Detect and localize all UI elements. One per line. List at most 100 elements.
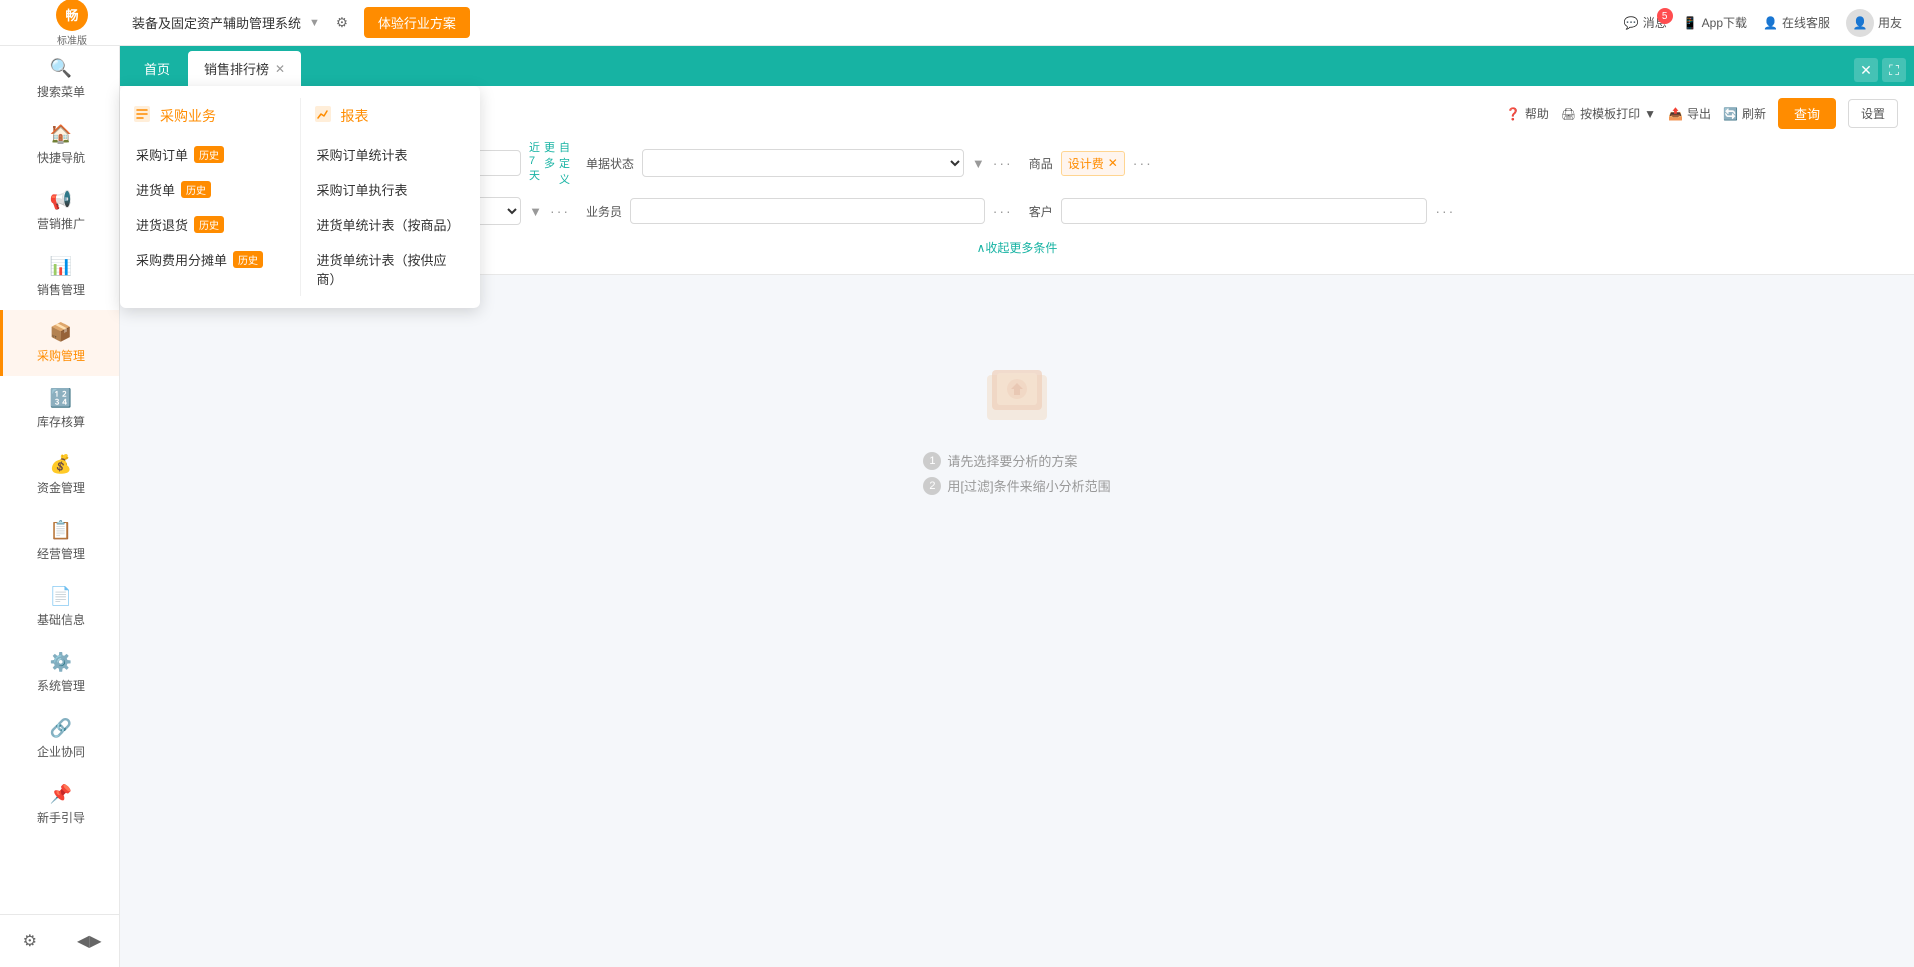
export-button[interactable]: 📤 导出 xyxy=(1668,105,1711,122)
refresh-button[interactable]: 🔄 刷新 xyxy=(1723,105,1766,122)
tab-expand-button[interactable]: ⛶ xyxy=(1882,58,1906,82)
hint-num-1: 1 xyxy=(923,452,941,470)
sidebar-item-quick-nav[interactable]: 🏠 快捷导航 xyxy=(0,112,119,178)
tabs-right: ✕ ⛶ xyxy=(1854,58,1906,86)
history-badge-2: 历史 xyxy=(194,216,224,233)
operations-icon: 📋 xyxy=(50,520,72,541)
sidebar-settings-button[interactable]: ⚙ xyxy=(12,923,48,959)
dropdown-item-incoming[interactable]: 进货单 历史 xyxy=(132,172,288,207)
order-status-select[interactable] xyxy=(642,149,964,177)
settings-icon-button[interactable]: ⚙ xyxy=(328,9,356,37)
sidebar-item-inventory[interactable]: 🔢 库存核算 xyxy=(0,376,119,442)
purchase-dropdown-menu: 采购业务 采购订单 历史 进货单 历史 进货退货 历史 采购费用分摊单 历史 xyxy=(120,86,480,308)
home-icon: 🏠 xyxy=(50,124,72,145)
tab-close-icon[interactable]: ✕ xyxy=(275,62,285,76)
sidebar-item-system[interactable]: ⚙️ 系统管理 xyxy=(0,640,119,706)
filter-row-goods: 商品 设计费 ✕ ··· xyxy=(1029,139,1456,187)
dropdown-item-report-0[interactable]: 采购订单统计表 xyxy=(313,137,469,172)
dropdown-item-report-2[interactable]: 进货单统计表（按商品） xyxy=(313,207,469,242)
industry-button[interactable]: 体验行业方案 xyxy=(364,7,470,38)
tab-sales-rank[interactable]: 销售排行榜 ✕ xyxy=(188,51,301,86)
print-button[interactable]: 🖨 按模板打印 ▼ xyxy=(1561,105,1656,122)
dropdown-item-report-3[interactable]: 进货单统计表（按供应商） xyxy=(313,242,469,296)
message-button[interactable]: 💬 消息 5 xyxy=(1624,14,1667,31)
sidebar-item-label: 营销推广 xyxy=(37,215,85,232)
quick-date-7days[interactable]: 近7天 xyxy=(529,139,540,187)
customer-more[interactable]: ··· xyxy=(1435,203,1455,219)
rank-dropdown[interactable]: ▼ xyxy=(529,204,542,219)
system-icon: ⚙️ xyxy=(50,652,72,673)
sidebar-item-marketing[interactable]: 📢 营销推广 xyxy=(0,178,119,244)
app-download-icon: 📱 xyxy=(1683,16,1698,30)
hint-item-2: 2 用[过滤]条件来缩小分析范围 xyxy=(923,476,1110,495)
tab-close-all-button[interactable]: ✕ xyxy=(1854,58,1878,82)
logo-icon: 畅 xyxy=(56,0,88,31)
sidebar-item-finance[interactable]: 💰 资金管理 xyxy=(0,442,119,508)
tab-home[interactable]: 首页 xyxy=(128,51,186,86)
dropdown-item-purchase-order[interactable]: 采购订单 历史 xyxy=(132,137,288,172)
hint-num-2: 2 xyxy=(923,477,941,495)
quick-date-more[interactable]: 更多 xyxy=(544,139,555,187)
dropdown-item-report-1[interactable]: 采购订单执行表 xyxy=(313,172,469,207)
sidebar-item-label: 经营管理 xyxy=(37,545,85,562)
search-icon: 🔍 xyxy=(50,58,72,79)
sidebar-bottom: ⚙ ◀▶ xyxy=(0,914,119,967)
goods-label: 商品 xyxy=(1029,155,1053,172)
help-button[interactable]: ❓ 帮助 xyxy=(1506,105,1549,122)
sidebar-item-label: 基础信息 xyxy=(37,611,85,628)
dropdown-purchase-header: 采购业务 xyxy=(132,98,288,137)
customer-label: 客户 xyxy=(1029,203,1053,220)
filter-row-salesman: 业务员 ··· xyxy=(586,197,1013,225)
hint-item-1: 1 请先选择要分析的方案 xyxy=(923,451,1110,470)
salesman-input[interactable] xyxy=(630,198,985,224)
online-service-icon: 👤 xyxy=(1763,16,1778,30)
top-header: 畅 标准版 装备及固定资产辅助管理系统 ▼ ⚙ 体验行业方案 💬 消息 5 📱 … xyxy=(0,0,1914,46)
sidebar-item-label: 企业协同 xyxy=(37,743,85,760)
dropdown-item-expense[interactable]: 采购费用分摊单 历史 xyxy=(132,242,288,277)
marketing-icon: 📢 xyxy=(50,190,72,211)
message-badge: 5 xyxy=(1657,8,1673,24)
sidebar: 🔍 搜索菜单 🏠 快捷导航 📢 营销推广 📊 销售管理 📦 采购管理 🔢 库存核… xyxy=(0,46,120,967)
order-status-dropdown[interactable]: ▼ xyxy=(972,156,985,171)
sidebar-item-enterprise[interactable]: 🔗 企业协同 xyxy=(0,706,119,772)
query-button[interactable]: 查询 xyxy=(1778,98,1836,129)
filter-row-customer: 客户 ··· xyxy=(1029,197,1456,225)
salesman-more[interactable]: ··· xyxy=(993,203,1013,219)
history-badge-1: 历史 xyxy=(181,181,211,198)
logo-subtext: 标准版 xyxy=(57,32,87,47)
finance-icon: 💰 xyxy=(50,454,72,475)
online-service-button[interactable]: 👤 在线客服 xyxy=(1763,14,1830,31)
sidebar-item-newbie[interactable]: 📌 新手引导 xyxy=(0,772,119,838)
app-download-button[interactable]: 📱 App下载 xyxy=(1683,14,1747,31)
online-service-label: 在线客服 xyxy=(1782,14,1830,31)
inventory-icon: 🔢 xyxy=(50,388,72,409)
quick-date-custom[interactable]: 自定义 xyxy=(559,139,570,187)
title-dropdown-arrow[interactable]: ▼ xyxy=(309,17,320,29)
dropdown-item-return[interactable]: 进货退货 历史 xyxy=(132,207,288,242)
order-status-label: 单据状态 xyxy=(586,155,634,172)
newbie-icon: 📌 xyxy=(50,784,72,805)
sidebar-item-label: 快捷导航 xyxy=(37,149,85,166)
sidebar-item-search[interactable]: 🔍 搜索菜单 xyxy=(0,46,119,112)
order-status-more[interactable]: ··· xyxy=(993,155,1013,171)
print-icon: 🖨 xyxy=(1561,107,1576,121)
settings-button[interactable]: 设置 xyxy=(1848,99,1898,128)
sidebar-item-basic-info[interactable]: 📄 基础信息 xyxy=(0,574,119,640)
dropdown-report-col: 报表 采购订单统计表 采购订单执行表 进货单统计表（按商品） 进货单统计表（按供… xyxy=(301,98,481,296)
user-menu-button[interactable]: 👤 用友 xyxy=(1846,9,1902,37)
sidebar-item-purchase[interactable]: 📦 采购管理 xyxy=(0,310,119,376)
header-right: 💬 消息 5 📱 App下载 👤 在线客服 👤 用友 xyxy=(1624,9,1902,37)
dropdown-columns: 采购业务 采购订单 历史 进货单 历史 进货退货 历史 采购费用分摊单 历史 xyxy=(120,86,480,308)
goods-tag-close[interactable]: ✕ xyxy=(1108,156,1118,170)
sidebar-item-operations[interactable]: 📋 经营管理 xyxy=(0,508,119,574)
quick-dates: 近7天 更多 自定义 xyxy=(529,139,570,187)
sidebar-item-sales[interactable]: 📊 销售管理 xyxy=(0,244,119,310)
message-icon: 💬 xyxy=(1624,16,1639,30)
sidebar-item-label: 资金管理 xyxy=(37,479,85,496)
purchase-icon: 📦 xyxy=(50,322,72,343)
sidebar-collapse-button[interactable]: ◀▶ xyxy=(71,923,107,959)
customer-input[interactable] xyxy=(1061,198,1428,224)
rank-more[interactable]: ··· xyxy=(550,203,570,219)
refresh-icon: 🔄 xyxy=(1723,107,1738,121)
goods-more[interactable]: ··· xyxy=(1133,155,1153,171)
